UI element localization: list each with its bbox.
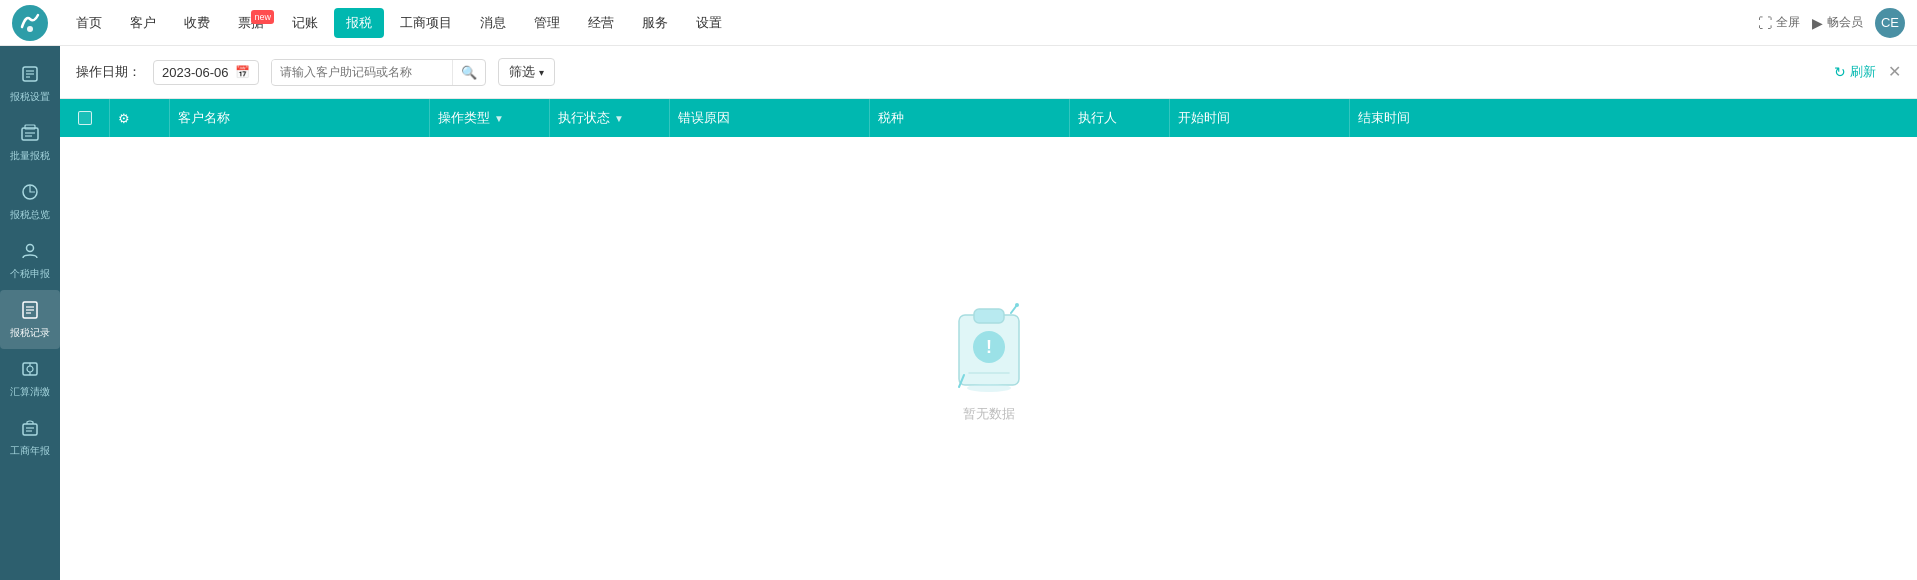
sidebar-item-settlement[interactable]: 汇算清缴: [0, 349, 60, 408]
nav-items: 首页 客户 收费 票据 new 记账 报税 工商项目 消息 管理 经营 服务 设…: [64, 8, 1758, 38]
member-label: 畅会员: [1827, 14, 1863, 31]
empty-text: 暂无数据: [963, 405, 1015, 423]
main-layout: 报税设置 批量报税 报税总览: [0, 46, 1917, 580]
search-button[interactable]: 🔍: [452, 60, 485, 85]
svg-rect-6: [22, 128, 38, 140]
table-container: ⚙ 客户名称 操作类型 ▼ 执行状态 ▼ 错误原因 税种: [60, 99, 1917, 580]
svg-point-28: [1015, 303, 1019, 307]
sidebar-item-annual-report[interactable]: 工商年报: [0, 408, 60, 467]
svg-point-11: [27, 245, 34, 252]
sort-icon-op-type: ▼: [494, 113, 504, 124]
th-op-type[interactable]: 操作类型 ▼: [430, 99, 550, 137]
svg-rect-20: [23, 424, 37, 435]
sidebar-item-tax-record[interactable]: 报税记录: [0, 290, 60, 349]
close-button[interactable]: ✕: [1888, 64, 1901, 80]
tax-summary-icon: [20, 182, 40, 205]
empty-illustration: ! 暂无数据: [939, 295, 1039, 423]
nav-item-settings[interactable]: 设置: [684, 8, 734, 38]
nav-item-home[interactable]: 首页: [64, 8, 114, 38]
table-header: ⚙ 客户名称 操作类型 ▼ 执行状态 ▼ 错误原因 税种: [60, 99, 1917, 137]
batch-tax-icon: [20, 123, 40, 146]
sidebar-item-tax-summary[interactable]: 报税总览: [0, 172, 60, 231]
svg-text:!: !: [986, 337, 992, 357]
svg-point-0: [12, 5, 48, 41]
th-tax-type: 税种: [870, 99, 1070, 137]
nav-item-service[interactable]: 服务: [630, 8, 680, 38]
th-executor: 执行人: [1070, 99, 1170, 137]
nav-item-operation[interactable]: 经营: [576, 8, 626, 38]
nav-item-manage[interactable]: 管理: [522, 8, 572, 38]
fullscreen-icon: ⛶: [1758, 15, 1772, 31]
date-input[interactable]: 2023-06-06 📅: [153, 60, 259, 85]
annual-report-icon: [20, 418, 40, 441]
calendar-icon: 📅: [235, 65, 250, 79]
sidebar-item-tax-settings[interactable]: 报税设置: [0, 54, 60, 113]
sidebar-item-annual-report-label: 工商年报: [10, 445, 50, 457]
sidebar: 报税设置 批量报税 报税总览: [0, 46, 60, 580]
nav-item-message[interactable]: 消息: [468, 8, 518, 38]
sidebar-item-batch-tax-label: 批量报税: [10, 150, 50, 162]
sidebar-item-tax-settings-label: 报税设置: [10, 91, 50, 103]
svg-point-30: [967, 384, 1011, 392]
logo[interactable]: [12, 5, 48, 41]
member-button[interactable]: ▶ 畅会员: [1812, 14, 1863, 31]
date-label: 操作日期：: [76, 63, 141, 81]
chevron-down-icon: ▾: [539, 67, 544, 78]
fullscreen-label: 全屏: [1776, 14, 1800, 31]
th-end-time: 结束时间: [1350, 99, 1530, 137]
member-icon: ▶: [1812, 15, 1823, 31]
top-nav: 首页 客户 收费 票据 new 记账 报税 工商项目 消息 管理 经营 服务 设…: [0, 0, 1917, 46]
filter-label: 筛选: [509, 63, 535, 81]
svg-point-1: [27, 26, 33, 32]
refresh-button[interactable]: ↻ 刷新: [1834, 63, 1876, 81]
nav-item-business[interactable]: 工商项目: [388, 8, 464, 38]
refresh-icon: ↻: [1834, 64, 1846, 80]
th-exec-status[interactable]: 执行状态 ▼: [550, 99, 670, 137]
tax-settings-icon: [20, 64, 40, 87]
th-settings[interactable]: ⚙: [110, 99, 170, 137]
top-nav-right: ⛶ 全屏 ▶ 畅会员 CE: [1758, 8, 1905, 38]
settings-icon: ⚙: [118, 111, 130, 126]
th-error-reason: 错误原因: [670, 99, 870, 137]
fullscreen-button[interactable]: ⛶ 全屏: [1758, 14, 1800, 31]
filter-button[interactable]: 筛选 ▾: [498, 58, 555, 86]
search-icon: 🔍: [461, 65, 477, 80]
user-avatar[interactable]: CE: [1875, 8, 1905, 38]
search-input[interactable]: [272, 60, 452, 84]
sort-icon-exec-status: ▼: [614, 113, 624, 124]
th-check[interactable]: [60, 99, 110, 137]
sidebar-item-tax-summary-label: 报税总览: [10, 209, 50, 221]
personal-tax-icon: [20, 241, 40, 264]
sidebar-item-settlement-label: 汇算清缴: [10, 386, 50, 398]
nav-item-client[interactable]: 客户: [118, 8, 168, 38]
nav-item-account[interactable]: 记账: [280, 8, 330, 38]
select-all-checkbox[interactable]: [78, 111, 92, 125]
sidebar-item-personal-tax[interactable]: 个税申报: [0, 231, 60, 290]
nav-item-tax[interactable]: 报税: [334, 8, 384, 38]
th-start-time: 开始时间: [1170, 99, 1350, 137]
nav-item-fee[interactable]: 收费: [172, 8, 222, 38]
sidebar-item-personal-tax-label: 个税申报: [10, 268, 50, 280]
nav-item-invoice[interactable]: 票据 new: [226, 8, 276, 38]
search-box: 🔍: [271, 59, 486, 86]
settlement-icon: [20, 359, 40, 382]
new-badge: new: [251, 10, 274, 24]
th-client-name: 客户名称: [170, 99, 430, 137]
table-body: ! 暂无数据: [60, 137, 1917, 580]
tax-record-icon: [20, 300, 40, 323]
sidebar-item-tax-record-label: 报税记录: [10, 327, 50, 339]
refresh-label: 刷新: [1850, 63, 1876, 81]
date-value: 2023-06-06: [162, 65, 229, 80]
toolbar-right: ↻ 刷新 ✕: [1834, 63, 1901, 81]
sidebar-item-batch-tax[interactable]: 批量报税: [0, 113, 60, 172]
content-area: 操作日期： 2023-06-06 📅 🔍 筛选 ▾ ↻ 刷新 ✕: [60, 46, 1917, 580]
svg-rect-24: [974, 309, 1004, 323]
svg-point-17: [27, 366, 33, 372]
empty-icon: !: [939, 295, 1039, 395]
toolbar: 操作日期： 2023-06-06 📅 🔍 筛选 ▾ ↻ 刷新 ✕: [60, 46, 1917, 99]
